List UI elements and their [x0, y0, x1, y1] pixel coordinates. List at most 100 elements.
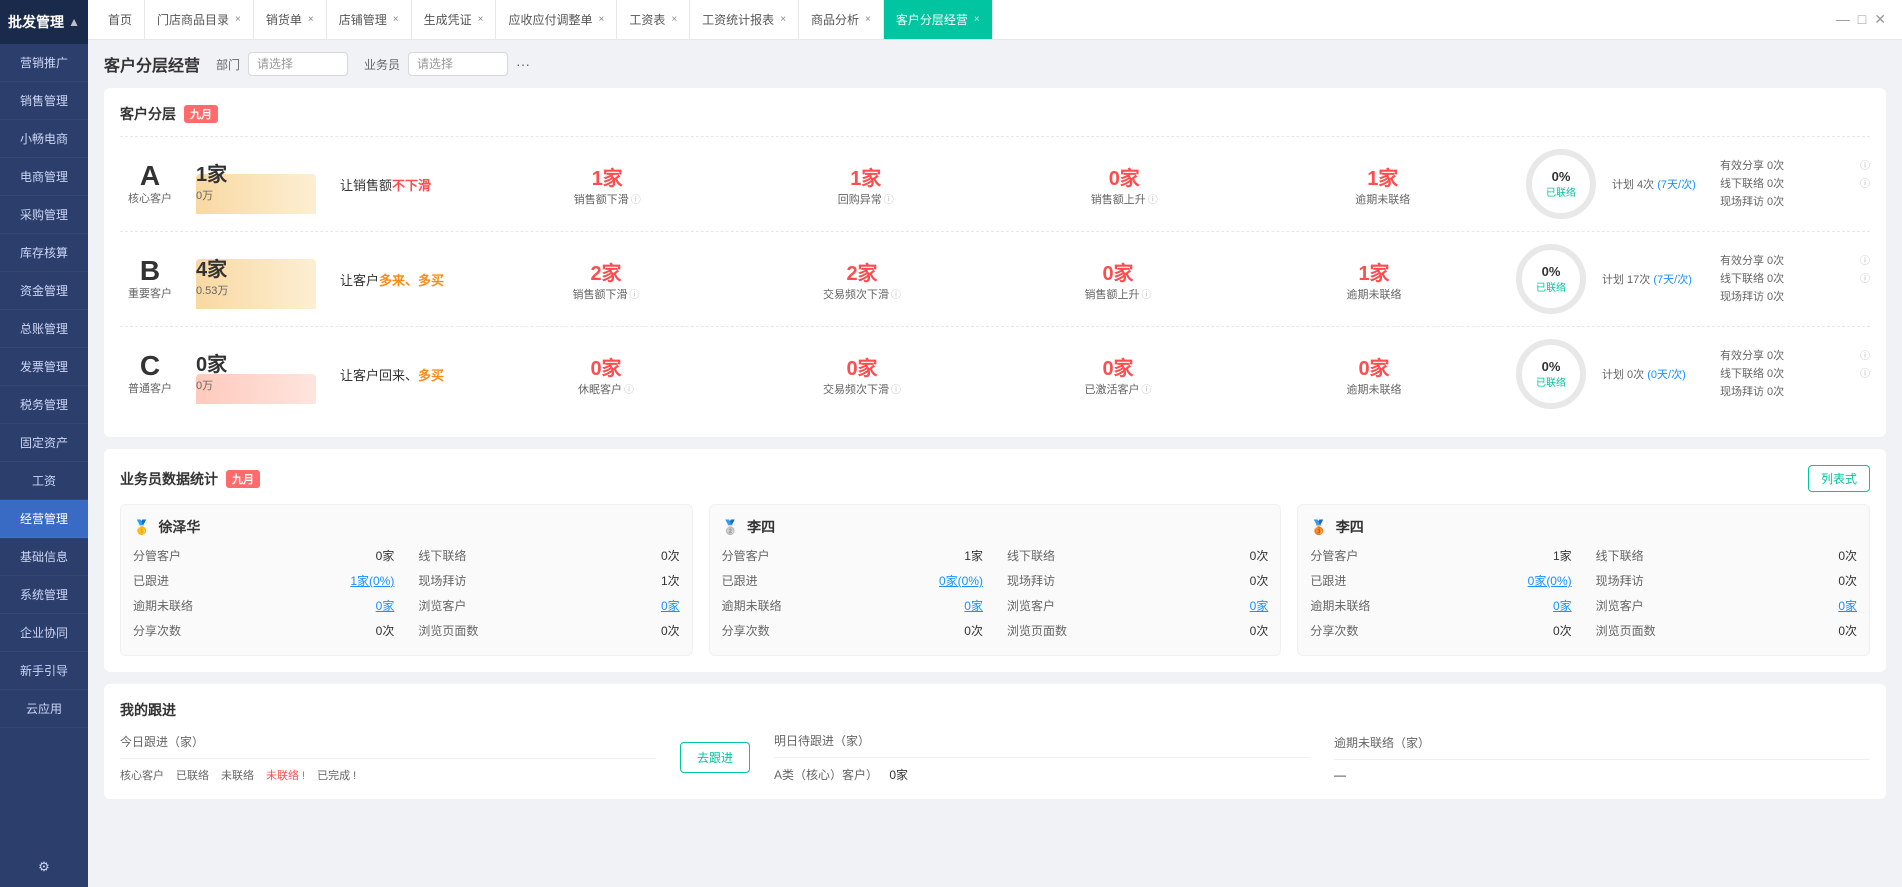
- sidebar-item-营销推广[interactable]: 营销推广: [0, 44, 88, 82]
- tier-a-suggestion: 让销售额不下滑: [332, 175, 472, 194]
- staff-label: 业务员: [364, 56, 400, 73]
- page-header: 客户分层经营 部门 请选择 业务员 请选择 ···: [104, 52, 1886, 76]
- staff-2-medal: 🥈: [722, 519, 739, 536]
- metric-a-2: 1家 回购异常 ⓘ: [821, 162, 911, 207]
- customer-tier-title: 客户分层 九月: [120, 104, 1870, 124]
- metric-c-4: 0家 逾期未联络: [1329, 352, 1419, 397]
- followup-grid: 今日跟进（家） 核心客户 已联络 未联络 未联络 ! 已完成 ! 去跟进 明日待…: [120, 732, 1870, 783]
- metric-b-1: 2家 销售额下滑 ⓘ: [561, 257, 651, 302]
- tier-c-side-stats: 有效分享 0次 ⓘ 线下联络 0次 ⓘ 现场拜访 0次: [1720, 347, 1870, 401]
- filter-more-icon[interactable]: ···: [516, 56, 530, 72]
- staff-1-stat-4: 现场拜访 1次: [418, 572, 679, 589]
- sidebar-item-小畅电商[interactable]: 小畅电商: [0, 120, 88, 158]
- today-followup-content: 核心客户 已联络 未联络 未联络 ! 已完成 !: [120, 758, 656, 783]
- today-followup: 今日跟进（家） 核心客户 已联络 未联络 未联络 ! 已完成 !: [120, 733, 656, 783]
- minimize-icon[interactable]: —: [1836, 11, 1850, 28]
- tab-close-店铺管理[interactable]: ×: [393, 14, 399, 25]
- tier-a-label: A 核心客户: [120, 162, 180, 206]
- dept-select[interactable]: 请选择: [248, 52, 348, 76]
- tab-close-门店商品目录[interactable]: ×: [235, 14, 241, 25]
- sidebar-item-税务管理[interactable]: 税务管理: [0, 386, 88, 424]
- customer-tier-month: 九月: [184, 105, 218, 123]
- tier-a-bar-area: 1家 0万: [196, 154, 316, 214]
- tier-b-bar-area: 4家 0.53万: [196, 249, 316, 309]
- tab-应收应付调整单[interactable]: 应收应付调整单×: [496, 0, 617, 40]
- overdue-followup: 逾期未联络（家） —: [1334, 734, 1870, 782]
- metric-c-1: 0家 休眠客户 ⓘ: [561, 352, 651, 397]
- staff-select[interactable]: 请选择: [408, 52, 508, 76]
- tier-b-metrics: 2家 销售额下滑 ⓘ 2家 交易频次下滑 ⓘ 0家 销售额上升 ⓘ 1家 逾期未…: [480, 257, 1500, 302]
- tier-c-circle: 0% 已联络: [1516, 339, 1586, 409]
- main-area: 首页门店商品目录×销货单×店铺管理×生成凭证×应收应付调整单×工资表×工资统计报…: [88, 0, 1902, 887]
- tab-工资统计报表[interactable]: 工资统计报表×: [690, 0, 799, 40]
- staff-2-name: 李四: [747, 517, 775, 537]
- sidebar-item-销售管理[interactable]: 销售管理: [0, 82, 88, 120]
- sidebar-item-企业协同[interactable]: 企业协同: [0, 614, 88, 652]
- sidebar-toggle-icon[interactable]: ▲: [68, 15, 80, 29]
- staff-1-name: 徐泽华: [158, 517, 200, 537]
- tab-close-工资表[interactable]: ×: [671, 14, 677, 25]
- tab-close-客户分层经营[interactable]: ×: [974, 14, 980, 25]
- sidebar-title: 批发管理: [8, 12, 64, 32]
- maximize-icon[interactable]: □: [1858, 11, 1866, 28]
- tier-row-b: B 重要客户 4家 0.53万 让客户多来、多买 2家 销售额下滑: [120, 231, 1870, 326]
- tab-生成凭证[interactable]: 生成凭证×: [412, 0, 497, 40]
- metric-b-2: 2家 交易频次下滑 ⓘ: [817, 257, 907, 302]
- sidebar-item-固定资产[interactable]: 固定资产: [0, 424, 88, 462]
- tab-首页[interactable]: 首页: [96, 0, 145, 40]
- tab-close-工资统计报表[interactable]: ×: [780, 14, 786, 25]
- tomorrow-followup-content: A类（核心）客户） 0家: [774, 757, 1310, 783]
- tier-c-circle-area: 0% 已联络: [1516, 339, 1586, 409]
- tier-row-c: C 普通客户 0家 0万 让客户回来、多买 0家 休眠客户 ⓘ: [120, 326, 1870, 421]
- goto-followup-button[interactable]: 去跟进: [680, 742, 750, 773]
- staff-grid: 🥇 徐泽华 分管客户 0家 线下联络 0次: [120, 504, 1870, 656]
- close-window-icon[interactable]: ✕: [1874, 11, 1886, 28]
- tab-店铺管理[interactable]: 店铺管理×: [327, 0, 412, 40]
- sidebar-item-系统管理[interactable]: 系统管理: [0, 576, 88, 614]
- tab-门店商品目录[interactable]: 门店商品目录×: [145, 0, 254, 40]
- tab-close-销货单[interactable]: ×: [308, 14, 314, 25]
- metric-a-4: 1家 逾期未联络: [1338, 162, 1428, 207]
- sidebar-item-发票管理[interactable]: 发票管理: [0, 348, 88, 386]
- tab-工资表[interactable]: 工资表×: [617, 0, 690, 40]
- sidebar-item-经营管理[interactable]: 经营管理: [0, 500, 88, 538]
- sidebar-item-新手引导[interactable]: 新手引导: [0, 652, 88, 690]
- tab-商品分析[interactable]: 商品分析×: [799, 0, 884, 40]
- staff-1-stats: 分管客户 0家 线下联络 0次 已跟进 1家(0%): [133, 547, 680, 643]
- tab-close-生成凭证[interactable]: ×: [478, 14, 484, 25]
- sidebar-item-总账管理[interactable]: 总账管理: [0, 310, 88, 348]
- metric-b-4: 1家 逾期未联络: [1329, 257, 1419, 302]
- tab-客户分层经营[interactable]: 客户分层经营×: [884, 0, 993, 40]
- staff-3-medal: 🥉: [1310, 519, 1327, 536]
- tier-c-suggestion: 让客户回来、多买: [332, 365, 472, 384]
- staff-1-stat-6: 浏览客户 0家: [418, 597, 679, 614]
- content-area: 客户分层经营 部门 请选择 业务员 请选择 ··· 客户分层 九月: [88, 40, 1902, 887]
- tab-close-商品分析[interactable]: ×: [865, 14, 871, 25]
- staff-1-stat-7: 分享次数 0次: [133, 622, 394, 639]
- staff-card-2: 🥈 李四 分管客户 1家 线下联络 0次: [709, 504, 1282, 656]
- tier-a-circle-sub: 计划 4次 (7天/次): [1612, 176, 1712, 192]
- sidebar-item-工资[interactable]: 工资: [0, 462, 88, 500]
- tab-销货单[interactable]: 销货单×: [254, 0, 327, 40]
- tab-close-应收应付调整单[interactable]: ×: [598, 14, 604, 25]
- staff-section-header: 业务员数据统计 九月 列表式: [120, 465, 1870, 492]
- tier-b-label: B 重要客户: [120, 257, 180, 301]
- tier-b-suggestion: 让客户多来、多买: [332, 270, 472, 289]
- staff-1-stat-5: 逾期未联络 0家: [133, 597, 394, 614]
- sidebar-item-库存核算[interactable]: 库存核算: [0, 234, 88, 272]
- dept-label: 部门: [216, 56, 240, 73]
- sidebar-item-资金管理[interactable]: 资金管理: [0, 272, 88, 310]
- tier-c-bar-area: 0家 0万: [196, 344, 316, 404]
- settings-icon[interactable]: ⚙: [0, 847, 88, 887]
- tomorrow-followup: 明日待跟进（家） A类（核心）客户） 0家: [774, 732, 1310, 783]
- sidebar-item-云应用[interactable]: 云应用: [0, 690, 88, 728]
- dept-filter-group: 部门 请选择: [216, 52, 348, 76]
- sidebar-item-电商管理[interactable]: 电商管理: [0, 158, 88, 196]
- list-view-button[interactable]: 列表式: [1808, 465, 1870, 492]
- staff-card-3: 🥉 李四 分管客户 1家 线下联络 0次: [1297, 504, 1870, 656]
- sidebar-item-采购管理[interactable]: 采购管理: [0, 196, 88, 234]
- staff-card-1: 🥇 徐泽华 分管客户 0家 线下联络 0次: [120, 504, 693, 656]
- metric-a-1: 1家 销售额下滑 ⓘ: [562, 162, 652, 207]
- sidebar-header[interactable]: 批发管理 ▲: [0, 0, 88, 44]
- sidebar-item-基础信息[interactable]: 基础信息: [0, 538, 88, 576]
